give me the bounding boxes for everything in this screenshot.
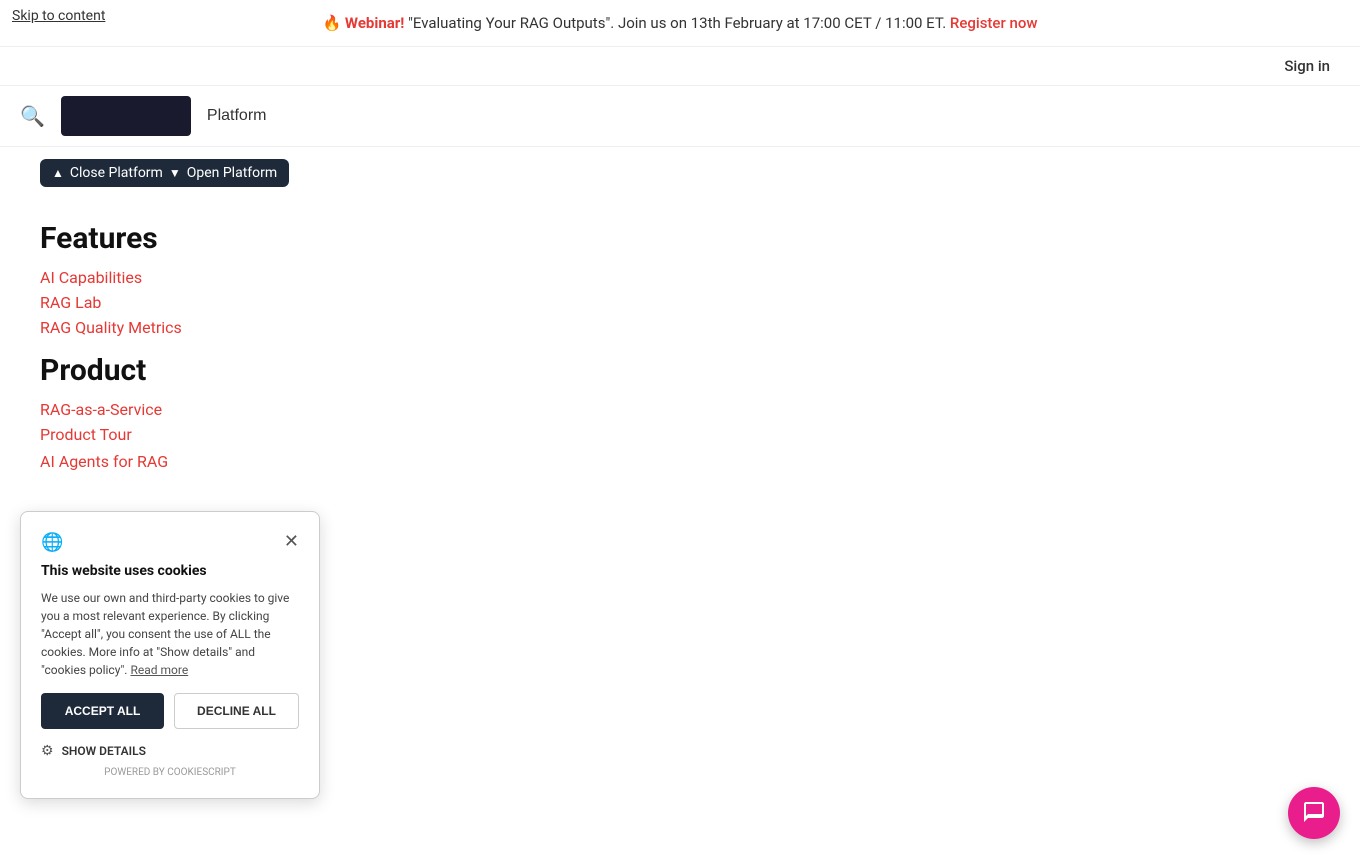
search-button[interactable]: 🔍: [20, 104, 45, 129]
webinar-label: Webinar!: [345, 14, 404, 32]
gear-icon: ⚙: [41, 743, 54, 759]
rag-lab-link[interactable]: RAG Lab: [40, 293, 101, 312]
list-item: AI Capabilities: [40, 268, 1340, 287]
webinar-banner: 🔥 Webinar! "Evaluating Your RAG Outputs"…: [0, 0, 1360, 47]
chat-icon: [1302, 800, 1326, 827]
show-details-link[interactable]: SHOW DETAILS: [62, 744, 146, 758]
rag-as-a-service-link[interactable]: RAG-as-a-Service: [40, 400, 162, 419]
show-details-row: ⚙ SHOW DETAILS: [41, 743, 299, 759]
sign-in-link[interactable]: Sign in: [1284, 57, 1330, 75]
cookie-banner: 🌐 ✕ This website uses cookies We use our…: [20, 511, 320, 799]
ai-agents-for-rag-link[interactable]: AI Agents for RAG: [40, 452, 168, 471]
features-section: Features AI Capabilities RAG Lab RAG Qua…: [20, 221, 1340, 337]
list-item: Product Tour: [40, 425, 1340, 444]
list-item: AI Agents for RAG: [40, 452, 1340, 471]
rag-quality-metrics-link[interactable]: RAG Quality Metrics: [40, 318, 182, 337]
fire-emoji: 🔥: [323, 14, 342, 32]
search-icon: 🔍: [20, 106, 45, 128]
accept-all-button[interactable]: ACCEPT ALL: [41, 693, 164, 729]
header: Sign in: [0, 47, 1360, 86]
list-item: RAG-as-a-Service: [40, 400, 1340, 419]
chat-button[interactable]: [1288, 787, 1340, 839]
banner-text: "Evaluating Your RAG Outputs". Join us o…: [408, 14, 946, 32]
cookie-body-text: We use our own and third-party cookies t…: [41, 589, 299, 679]
platform-dropdown-toggle[interactable]: ▲ Close Platform ▼ Open Platform: [40, 159, 289, 187]
product-links-list: RAG-as-a-Service Product Tour: [20, 400, 1340, 444]
list-item: RAG Lab: [40, 293, 1340, 312]
cookie-title: This website uses cookies: [41, 563, 299, 579]
open-platform-label: Open Platform: [187, 165, 277, 181]
product-section: Product RAG-as-a-Service Product Tour: [20, 353, 1340, 444]
product-tour-link[interactable]: Product Tour: [40, 425, 132, 444]
close-platform-label: Close Platform: [70, 165, 163, 181]
register-now-link[interactable]: Register now: [950, 14, 1038, 32]
ai-capabilities-link[interactable]: AI Capabilities: [40, 268, 142, 287]
powered-by-label: POWERED BY COOKIESCRIPT: [41, 767, 299, 778]
nav-area: 🔍 Platform: [0, 86, 1360, 147]
cookie-close-button[interactable]: ✕: [284, 532, 299, 550]
cookie-buttons: ACCEPT ALL DECLINE ALL: [41, 693, 299, 729]
arrow-up-icon: ▲: [52, 166, 64, 180]
features-links-list: AI Capabilities RAG Lab RAG Quality Metr…: [20, 268, 1340, 337]
features-heading: Features: [40, 221, 1340, 256]
platform-nav-button[interactable]: Platform: [207, 103, 267, 129]
product-heading: Product: [40, 353, 1340, 388]
site-logo: [61, 96, 191, 136]
decline-all-button[interactable]: DECLINE ALL: [174, 693, 299, 729]
globe-icon: 🌐: [41, 532, 63, 553]
extra-links-list: AI Agents for RAG: [20, 452, 1340, 471]
skip-to-content-link[interactable]: Skip to content: [0, 0, 117, 32]
cookie-banner-header: 🌐 ✕: [41, 532, 299, 553]
arrow-down-icon: ▼: [169, 166, 181, 180]
list-item: RAG Quality Metrics: [40, 318, 1340, 337]
nav-content: Features AI Capabilities RAG Lab RAG Qua…: [0, 195, 1360, 497]
read-more-link[interactable]: Read more: [130, 663, 188, 677]
